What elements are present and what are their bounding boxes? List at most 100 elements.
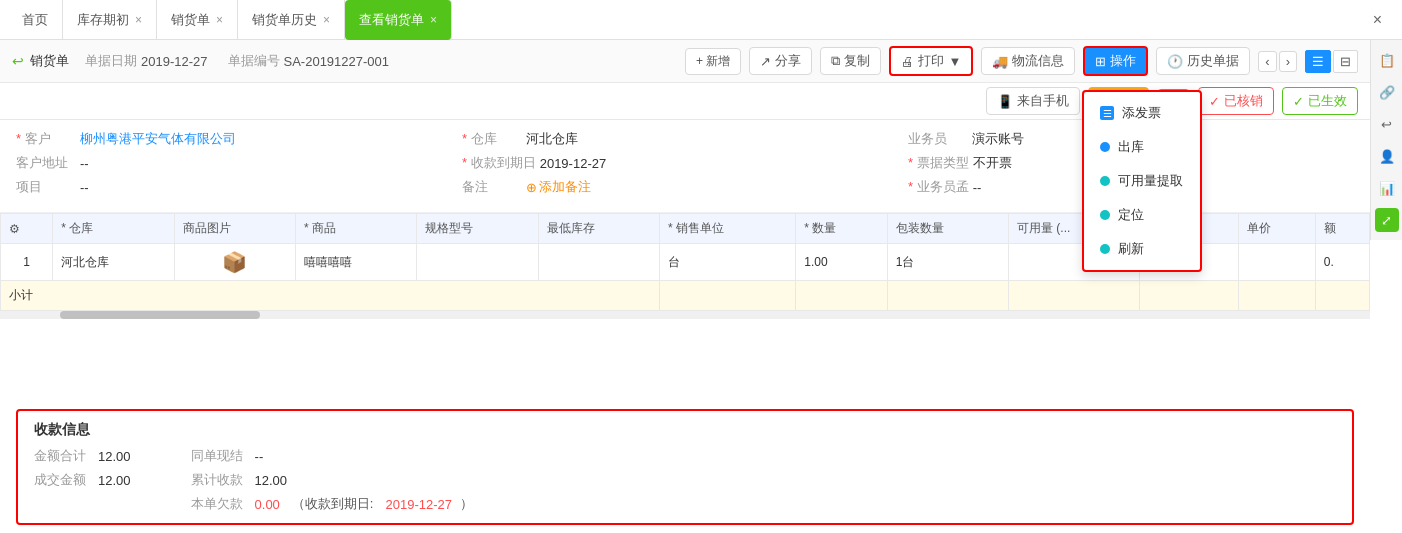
tab-sales-close[interactable]: × — [216, 13, 223, 27]
tab-home[interactable]: 首页 — [8, 0, 63, 40]
print-dropdown-icon: ▼ — [948, 54, 961, 69]
tab-sales-history[interactable]: 销货单历史 × — [238, 0, 345, 40]
print-button[interactable]: 🖨 打印 ▼ — [889, 46, 973, 76]
project-field: 项目 -- — [16, 178, 462, 196]
project-label: 项目 — [16, 178, 76, 196]
warehouse-field: 仓库 河北仓库 — [462, 130, 908, 148]
cell-warehouse: 河北仓库 — [53, 244, 174, 281]
history-label: 历史单据 — [1187, 52, 1239, 70]
toolbar-right: + 新增 ↗ 分享 ⧉ 复制 🖨 打印 ▼ 🚚 物流信息 — [685, 46, 1358, 76]
info-col-1: 金额合计 12.00 成交金额 12.00 — [34, 447, 131, 513]
from-phone-button[interactable]: 📱 来自手机 — [986, 87, 1080, 115]
operate-label: 操作 — [1110, 52, 1136, 70]
owe-row: 本单欠款 0.00 （收款到期日: 2019-12-27 ） — [191, 495, 473, 513]
cell-pkg-qty: 1台 — [887, 244, 1008, 281]
tab-inventory-label: 库存期初 — [77, 11, 129, 29]
new-button[interactable]: + 新增 — [685, 48, 741, 75]
dropdown-available-extract[interactable]: 可用量提取 — [1084, 164, 1200, 198]
customer-value[interactable]: 柳州粤港平安气体有限公司 — [80, 130, 236, 148]
sidebar-icon-3[interactable]: ↩ — [1375, 112, 1399, 136]
subtotal-current — [1140, 281, 1239, 311]
sidebar-icon-1[interactable]: 📋 — [1375, 48, 1399, 72]
outbound-label: 出库 — [1118, 138, 1144, 156]
share-button[interactable]: ↗ 分享 — [749, 47, 812, 75]
add-icon: ⊕ — [526, 180, 537, 195]
refresh-label: 刷新 — [1118, 240, 1144, 258]
subtotal-row: 小计 — [1, 281, 1370, 311]
print-label: 打印 — [918, 52, 944, 70]
copy-button[interactable]: ⧉ 复制 — [820, 47, 881, 75]
available-icon — [1100, 176, 1110, 186]
sidebar-icon-2[interactable]: 🔗 — [1375, 80, 1399, 104]
tab-inventory-close[interactable]: × — [135, 13, 142, 27]
outbound-icon — [1100, 142, 1110, 152]
cancel-icon: ✓ — [1209, 94, 1220, 109]
col-spec: 规格型号 — [417, 214, 538, 244]
nav-next-button[interactable]: › — [1279, 51, 1297, 72]
cancel-label: 已核销 — [1224, 92, 1263, 110]
tab-sales[interactable]: 销货单 × — [157, 0, 238, 40]
available-label: 可用量提取 — [1118, 172, 1183, 190]
view-toggle: ☰ ⊟ — [1305, 50, 1358, 73]
effect-icon: ✓ — [1293, 94, 1304, 109]
cumulative-value: 12.00 — [255, 473, 288, 488]
cell-product: 嘻嘻嘻嘻 — [295, 244, 416, 281]
operate-dropdown: ☰ 添发票 出库 可用量提取 定位 刷新 — [1082, 90, 1202, 272]
cumulative-row: 累计收款 12.00 — [191, 471, 473, 489]
col-amount: 额 — [1315, 214, 1369, 244]
cell-price — [1239, 244, 1316, 281]
share-icon: ↗ — [760, 54, 771, 69]
subtotal-qty — [796, 281, 887, 311]
horizontal-scrollbar[interactable] — [0, 311, 1370, 319]
info-grid: 金额合计 12.00 成交金额 12.00 同单现结 -- 累计收款 — [34, 447, 1336, 513]
history-button[interactable]: 🕐 历史单据 — [1156, 47, 1250, 75]
tab-view-sales[interactable]: 查看销货单 × — [345, 0, 452, 40]
scroll-thumb[interactable] — [60, 311, 260, 319]
subtotal-avail — [1009, 281, 1140, 311]
print-icon: 🖨 — [901, 54, 914, 69]
view-list-button[interactable]: ☰ — [1305, 50, 1331, 73]
dropdown-outbound[interactable]: 出库 — [1084, 130, 1200, 164]
owe-label: 本单欠款 — [191, 495, 247, 513]
payment-info-title: 收款信息 — [34, 421, 1336, 439]
staff2-label: 业务员孟 — [908, 178, 969, 196]
tab-view-sales-close[interactable]: × — [430, 13, 437, 27]
window-close-button[interactable]: × — [1361, 11, 1394, 29]
dropdown-refresh[interactable]: 刷新 — [1084, 232, 1200, 266]
effect-button[interactable]: ✓ 已生效 — [1282, 87, 1358, 115]
tab-inventory[interactable]: 库存期初 × — [63, 0, 157, 40]
logistics-button[interactable]: 🚚 物流信息 — [981, 47, 1075, 75]
address-value: -- — [80, 156, 89, 171]
add-remark-button[interactable]: ⊕ 添加备注 — [526, 178, 591, 196]
dropdown-add-invoice[interactable]: ☰ 添发票 — [1084, 96, 1200, 130]
owe-note: （收款到期日: — [292, 495, 374, 513]
view-grid-button[interactable]: ⊟ — [1333, 50, 1358, 73]
deal-row: 成交金额 12.00 — [34, 471, 131, 489]
dropdown-locate[interactable]: 定位 — [1084, 198, 1200, 232]
share-label: 分享 — [775, 52, 801, 70]
ticket-label: 票据类型 — [908, 154, 969, 172]
sidebar-icon-5[interactable]: 📊 — [1375, 176, 1399, 200]
date-value: 2019-12-27 — [141, 54, 208, 69]
doc-type-label: 销货单 — [30, 52, 69, 70]
col-warehouse: * 仓库 — [53, 214, 174, 244]
owe-close: ） — [460, 495, 473, 513]
doc-title-group: ↩ 销货单 — [12, 52, 69, 70]
tab-sales-history-close[interactable]: × — [323, 13, 330, 27]
deal-value: 12.00 — [98, 473, 131, 488]
amount-row: 金额合计 12.00 — [34, 447, 131, 465]
cell-unit: 台 — [659, 244, 795, 281]
nav-prev-button[interactable]: ‹ — [1258, 51, 1276, 72]
copy-label: 复制 — [844, 52, 870, 70]
col-gear: ⚙ — [1, 214, 53, 244]
payment-label: 收款到期日 — [462, 154, 536, 172]
cancel-button[interactable]: ✓ 已核销 — [1198, 87, 1274, 115]
settlement-value: -- — [255, 449, 264, 464]
payment-value: 2019-12-27 — [540, 156, 607, 171]
operate-button[interactable]: ⊞ 操作 — [1083, 46, 1148, 76]
sidebar-icon-expand[interactable]: ⤢ — [1375, 208, 1399, 232]
owe-date: 2019-12-27 — [385, 497, 452, 512]
sidebar-icon-4[interactable]: 👤 — [1375, 144, 1399, 168]
amount-value: 12.00 — [98, 449, 131, 464]
ticket-value: 不开票 — [973, 154, 1012, 172]
